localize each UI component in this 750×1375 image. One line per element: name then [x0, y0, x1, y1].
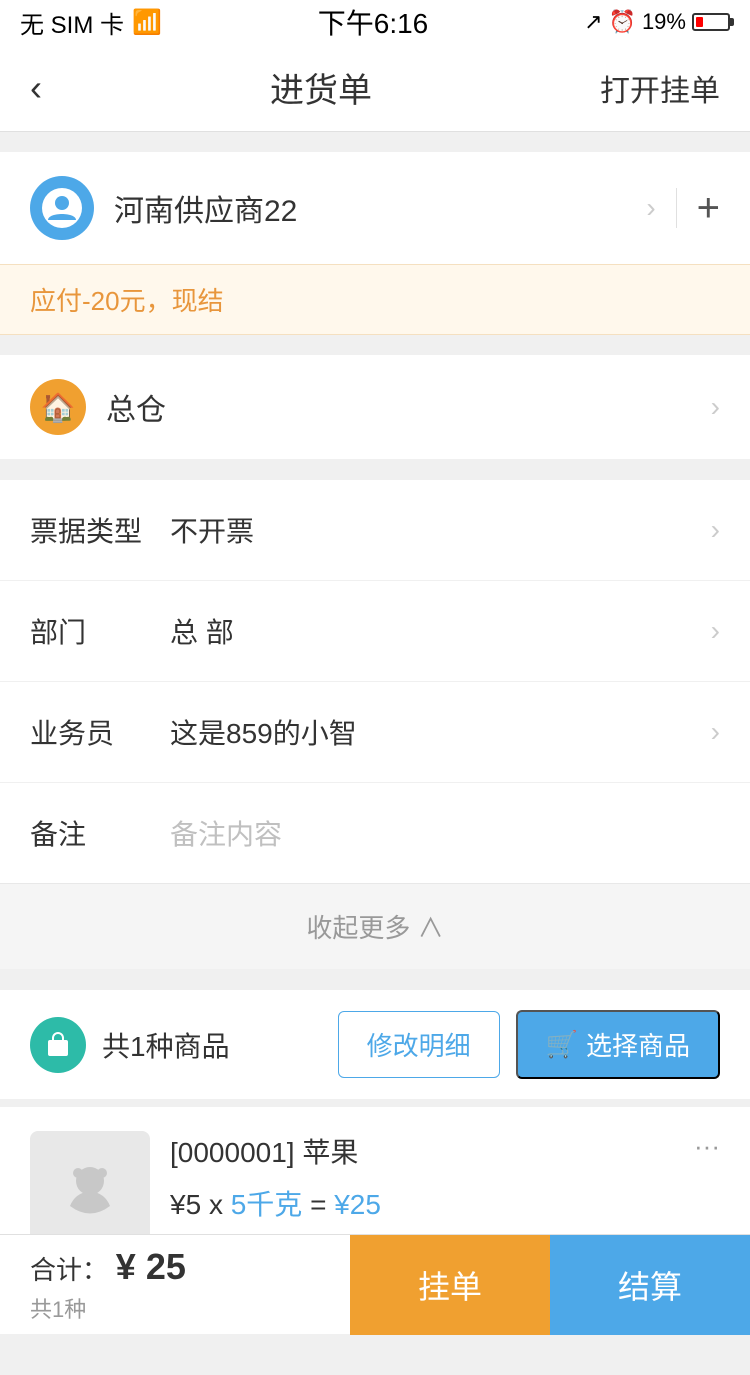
supplier-right-actions: › +: [646, 186, 720, 231]
location-icon: ↗: [584, 9, 602, 35]
cart-icon: 🛒: [546, 1029, 578, 1060]
remark-input[interactable]: 备注内容: [150, 813, 720, 853]
price-total: ¥25: [334, 1189, 381, 1220]
supplier-avatar: [30, 176, 94, 240]
status-time: 下午6:16: [318, 2, 429, 42]
total-line: 合计： ¥ 25: [30, 1246, 320, 1288]
invoice-type-row[interactable]: 票据类型 不开票 ›: [0, 479, 750, 580]
total-section: 合计： ¥ 25 共1种: [0, 1246, 350, 1324]
department-row[interactable]: 部门 总 部 ›: [0, 580, 750, 681]
warehouse-name: 总仓: [106, 385, 711, 429]
nav-bar: ‹ 进货单 打开挂单: [0, 44, 750, 132]
price-quantity: 5千克: [231, 1189, 303, 1220]
battery-percentage: 19%: [642, 9, 686, 35]
form-section: 票据类型 不开票 › 部门 总 部 › 业务员 这是859的小智 › 备注 备注…: [0, 479, 750, 883]
department-chevron-icon: ›: [711, 615, 720, 647]
supplier-section: 河南供应商22 › + 应付-20元，现结: [0, 152, 750, 335]
department-value: 总 部: [150, 611, 711, 651]
hang-order-button[interactable]: 挂单: [350, 1235, 550, 1335]
salesperson-label: 业务员: [30, 712, 150, 752]
supplier-chevron-icon: ›: [646, 192, 655, 224]
divider-3: [0, 969, 750, 989]
supplier-row[interactable]: 河南供应商22 › +: [0, 152, 750, 264]
status-left: 无 SIM 卡 📶: [20, 5, 162, 40]
divider-1: [0, 335, 750, 355]
collapse-label: 收起更多 ∧: [306, 908, 443, 945]
bottom-bar: 合计： ¥ 25 共1种 挂单 结算: [0, 1234, 750, 1334]
product-name: [0000001] 苹果: [170, 1131, 674, 1171]
product-thumbnail: [30, 1131, 150, 1251]
checkout-button[interactable]: 结算: [550, 1235, 750, 1335]
collapse-row[interactable]: 收起更多 ∧: [0, 883, 750, 969]
warehouse-icon: 🏠: [30, 379, 86, 435]
select-product-label: 选择商品: [586, 1026, 690, 1063]
department-label: 部门: [30, 611, 150, 651]
product-price: ¥5 x 5千克 = ¥25: [170, 1183, 674, 1223]
select-product-button[interactable]: 🛒 选择商品: [516, 1010, 720, 1079]
vertical-divider: [676, 188, 677, 228]
divider-2: [0, 459, 750, 479]
edit-detail-button[interactable]: 修改明细: [338, 1011, 500, 1078]
page-title: 进货单: [270, 63, 372, 112]
wifi-icon: 📶: [132, 8, 162, 37]
invoice-chevron-icon: ›: [711, 514, 720, 546]
alarm-icon: ⏰: [609, 9, 636, 35]
warehouse-section: 🏠 总仓 ›: [0, 355, 750, 459]
price-equals: =: [310, 1189, 334, 1220]
price-base: ¥5: [170, 1189, 201, 1220]
back-button[interactable]: ‹: [30, 67, 42, 109]
invoice-label: 票据类型: [30, 510, 150, 550]
top-divider: [0, 132, 750, 152]
product-bag-icon: [30, 1017, 86, 1073]
product-menu-button[interactable]: ···: [694, 1131, 720, 1162]
product-header: 共1种商品 修改明细 🛒 选择商品: [0, 989, 750, 1099]
battery-icon: [692, 13, 730, 31]
warehouse-row[interactable]: 🏠 总仓 ›: [0, 355, 750, 459]
salesperson-chevron-icon: ›: [711, 716, 720, 748]
total-label: 合计：: [30, 1255, 108, 1285]
salesperson-value: 这是859的小智: [150, 712, 711, 752]
remark-row[interactable]: 备注 备注内容: [0, 782, 750, 883]
supplier-name: 河南供应商22: [114, 186, 646, 230]
open-pending-button[interactable]: 打开挂单: [600, 66, 720, 110]
total-count: 共1种: [30, 1292, 320, 1324]
add-button[interactable]: +: [697, 186, 720, 231]
warehouse-chevron-icon: ›: [711, 391, 720, 423]
status-bar: 无 SIM 卡 📶 下午6:16 ↗ ⏰ 19%: [0, 0, 750, 44]
carrier-text: 无 SIM 卡: [20, 5, 124, 40]
warning-banner: 应付-20元，现结: [0, 264, 750, 335]
invoice-value: 不开票: [150, 510, 711, 550]
product-count-text: 共1种商品: [102, 1025, 322, 1065]
total-amount: ¥ 25: [116, 1246, 186, 1287]
status-right: ↗ ⏰ 19%: [584, 9, 730, 35]
remark-label: 备注: [30, 813, 150, 853]
avatar-icon: [42, 188, 82, 228]
price-multiply: x: [209, 1189, 231, 1220]
salesperson-row[interactable]: 业务员 这是859的小智 ›: [0, 681, 750, 782]
product-info: [0000001] 苹果 ¥5 x 5千克 = ¥25: [170, 1131, 674, 1223]
